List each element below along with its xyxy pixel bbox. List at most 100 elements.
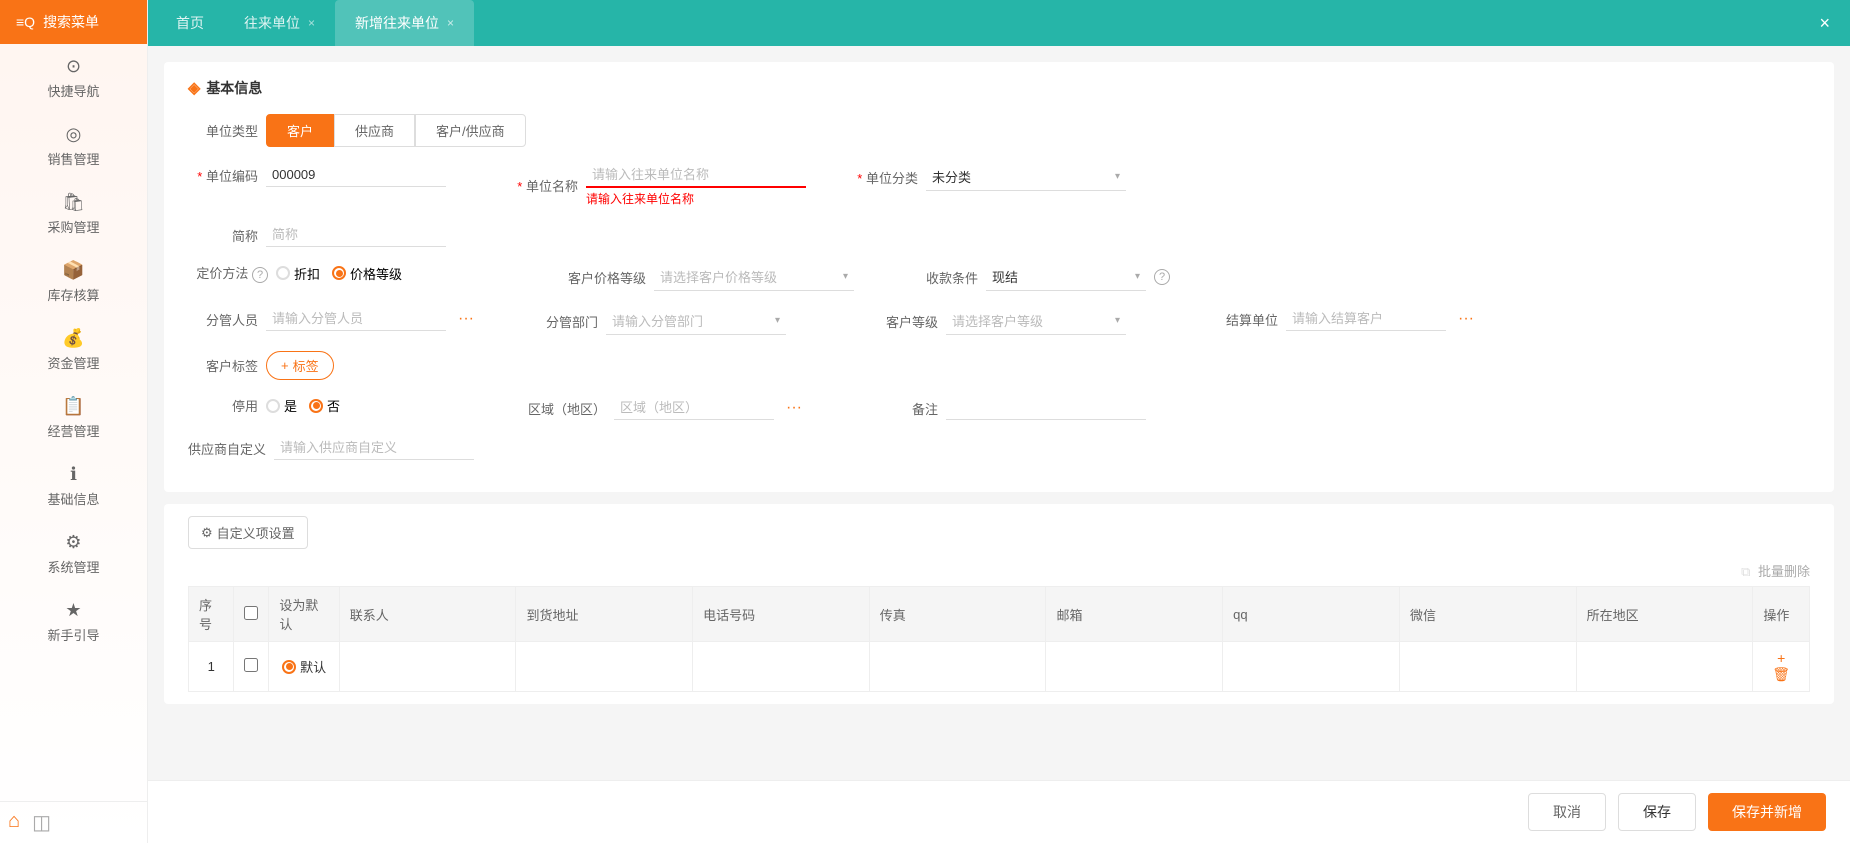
code-name-row: * 单位编码 000009 * 单位名称 请输入往来单位名称 [188, 163, 1810, 207]
default-radio-item[interactable]: 默认 [279, 657, 328, 676]
sidebar-item-purchase[interactable]: 🛍采购管理 [0, 180, 147, 248]
customer-level-dropdown[interactable]: 请选择客户等级 ▾ [946, 307, 1126, 335]
contact-table: 序号设为默认联系人到货地址电话号码传真邮箱qq微信所在地区操作 1 默认 [188, 586, 1810, 692]
sidebar-label-finance: 资金管理 [47, 353, 99, 372]
phone-input[interactable] [703, 659, 859, 674]
unit-name-input[interactable] [586, 163, 806, 188]
custom-settings-btn[interactable]: ⚙ 自定义项设置 [188, 516, 308, 549]
tab-close-new-partner[interactable]: × [447, 16, 454, 30]
settlement-input[interactable] [1286, 307, 1446, 331]
sidebar-item-system[interactable]: ⚙系统管理 [0, 520, 147, 588]
tab-new-partner[interactable]: 新增往来单位 × [335, 0, 474, 46]
main-area: 首页往来单位×新增往来单位× × ◈ 基本信息 单位类型 客户供应商客户/供应商 [148, 0, 1850, 843]
tag-plus-icon: + [281, 358, 289, 373]
department-dropdown[interactable]: 请输入分管部门 ▾ [606, 307, 786, 335]
sidebar-search-label: 搜索菜单 [43, 12, 99, 32]
unit-code-input[interactable]: 000009 [266, 163, 446, 187]
qq-input[interactable] [1233, 659, 1389, 674]
sidebar-item-new-guide[interactable]: ★新手引导 [0, 588, 147, 656]
sidebar-expand-icon[interactable]: ◫ [32, 810, 51, 835]
short-name-input[interactable] [266, 223, 446, 247]
sidebar-label-system: 系统管理 [47, 557, 99, 576]
settlement-more-btn[interactable]: ··· [1454, 310, 1478, 328]
row-checkbox[interactable] [244, 658, 258, 672]
unit-type-btn-0[interactable]: 客户 [266, 114, 334, 147]
row-add-btn[interactable]: + [1775, 650, 1787, 666]
default-checked-circle [282, 660, 296, 674]
col-3: 电话号码 [693, 587, 870, 642]
sidebar-home-icon[interactable]: ⌂ [8, 810, 20, 835]
region-field: 区域（地区） ··· [528, 396, 868, 420]
unit-type-btn-2[interactable]: 客户/供应商 [415, 114, 526, 147]
sidebar-item-quick-nav[interactable]: ⊙快捷导航 [0, 44, 147, 112]
email-input[interactable] [1056, 659, 1212, 674]
department-field: 分管部门 请输入分管部门 ▾ [528, 307, 868, 335]
level-radio-circle [332, 266, 346, 280]
department-label: 分管部门 [528, 312, 598, 331]
disabled-yes-radio[interactable]: 是 [266, 396, 297, 415]
cell-email[interactable] [1046, 642, 1223, 692]
col-1: 联系人 [339, 587, 516, 642]
fax-input[interactable] [880, 659, 1036, 674]
pricing-help-icon[interactable]: ? [252, 267, 268, 283]
sidebar-search[interactable]: ≡Q 搜索菜单 [0, 0, 147, 44]
save-new-button[interactable]: 保存并新增 [1708, 793, 1826, 831]
notes-input[interactable] [946, 396, 1146, 420]
cell-fax[interactable] [869, 642, 1046, 692]
manager-more-btn[interactable]: ··· [454, 310, 478, 328]
pricing-radio-level[interactable]: 价格等级 [332, 264, 402, 283]
region-label: 区域（地区） [528, 399, 606, 418]
manager-input[interactable] [266, 307, 446, 331]
cell-phone[interactable] [693, 642, 870, 692]
unit-category-dropdown[interactable]: 未分类 ▾ [926, 163, 1126, 191]
tab-bar-close-btn[interactable]: × [1807, 13, 1842, 34]
cell-qq[interactable] [1223, 642, 1400, 692]
cell-address[interactable] [516, 642, 693, 692]
region-more-btn[interactable]: ··· [782, 399, 806, 417]
supplier-custom-input[interactable] [274, 436, 474, 460]
sidebar-item-operations[interactable]: 📋经营管理 [0, 384, 147, 452]
sidebar-item-inventory[interactable]: 📦库存核算 [0, 248, 147, 316]
tab-close-partner-list[interactable]: × [308, 16, 315, 30]
row-delete-btn[interactable]: 🗑 [1770, 666, 1792, 683]
unit-type-btn-1[interactable]: 供应商 [334, 114, 415, 147]
cell-wechat[interactable] [1399, 642, 1576, 692]
disabled-no-radio[interactable]: 否 [309, 396, 340, 415]
cancel-button[interactable]: 取消 [1528, 793, 1606, 831]
sidebar-label-operations: 经营管理 [47, 421, 99, 440]
table-card: ⚙ 自定义项设置 ⧉ 批量删除 序号设为默认联系人到货地址电话号码传真邮箱qq微… [164, 504, 1834, 704]
tab-home[interactable]: 首页 [156, 0, 224, 46]
customer-price-level-dropdown[interactable]: 请选择客户价格等级 ▾ [654, 263, 854, 291]
pricing-row: 定价方法 ? 折扣 价格等级 客户 [188, 263, 1810, 291]
contact-input[interactable] [350, 659, 506, 674]
section-title: ◈ 基本信息 [188, 78, 1810, 98]
price-level-arrow: ▾ [843, 271, 848, 282]
bulk-delete-btn[interactable]: 批量删除 [1758, 564, 1810, 579]
save-button[interactable]: 保存 [1618, 793, 1696, 831]
cell-contact[interactable] [339, 642, 516, 692]
pricing-radio-discount[interactable]: 折扣 [276, 264, 320, 283]
tab-label-partner-list: 往来单位 [244, 13, 300, 33]
sidebar-item-sales[interactable]: ◎ 销售管理 [0, 112, 147, 180]
address-input[interactable] [526, 659, 682, 674]
dept-arrow: ▾ [775, 315, 780, 326]
select-all-checkbox[interactable] [244, 606, 258, 620]
tag-add-btn[interactable]: + 标签 [266, 351, 334, 380]
sidebar-item-finance[interactable]: 💰资金管理 [0, 316, 147, 384]
customer-price-level-field: 客户价格等级 请选择客户价格等级 ▾ [568, 263, 908, 291]
notes-label: 备注 [868, 399, 938, 418]
region-table-input[interactable] [1587, 659, 1743, 674]
tab-label-new-partner: 新增往来单位 [355, 13, 439, 33]
cell-region[interactable] [1576, 642, 1753, 692]
cell-default-radio: 默认 [269, 642, 339, 692]
wechat-input[interactable] [1410, 659, 1566, 674]
tab-partner-list[interactable]: 往来单位 × [224, 0, 335, 46]
sidebar-label-sales: 销售管理 [47, 149, 99, 168]
region-input[interactable] [614, 396, 774, 420]
sidebar-icon-sales: ◎ [66, 124, 82, 145]
sidebar-item-basic-info[interactable]: ℹ基础信息 [0, 452, 147, 520]
sidebar-bottom: ⌂ ◫ [0, 801, 147, 843]
payment-help-icon[interactable]: ? [1154, 269, 1170, 285]
payment-terms-dropdown[interactable]: 现结 ▾ [986, 263, 1146, 291]
short-name-field: 简称 [188, 223, 508, 247]
